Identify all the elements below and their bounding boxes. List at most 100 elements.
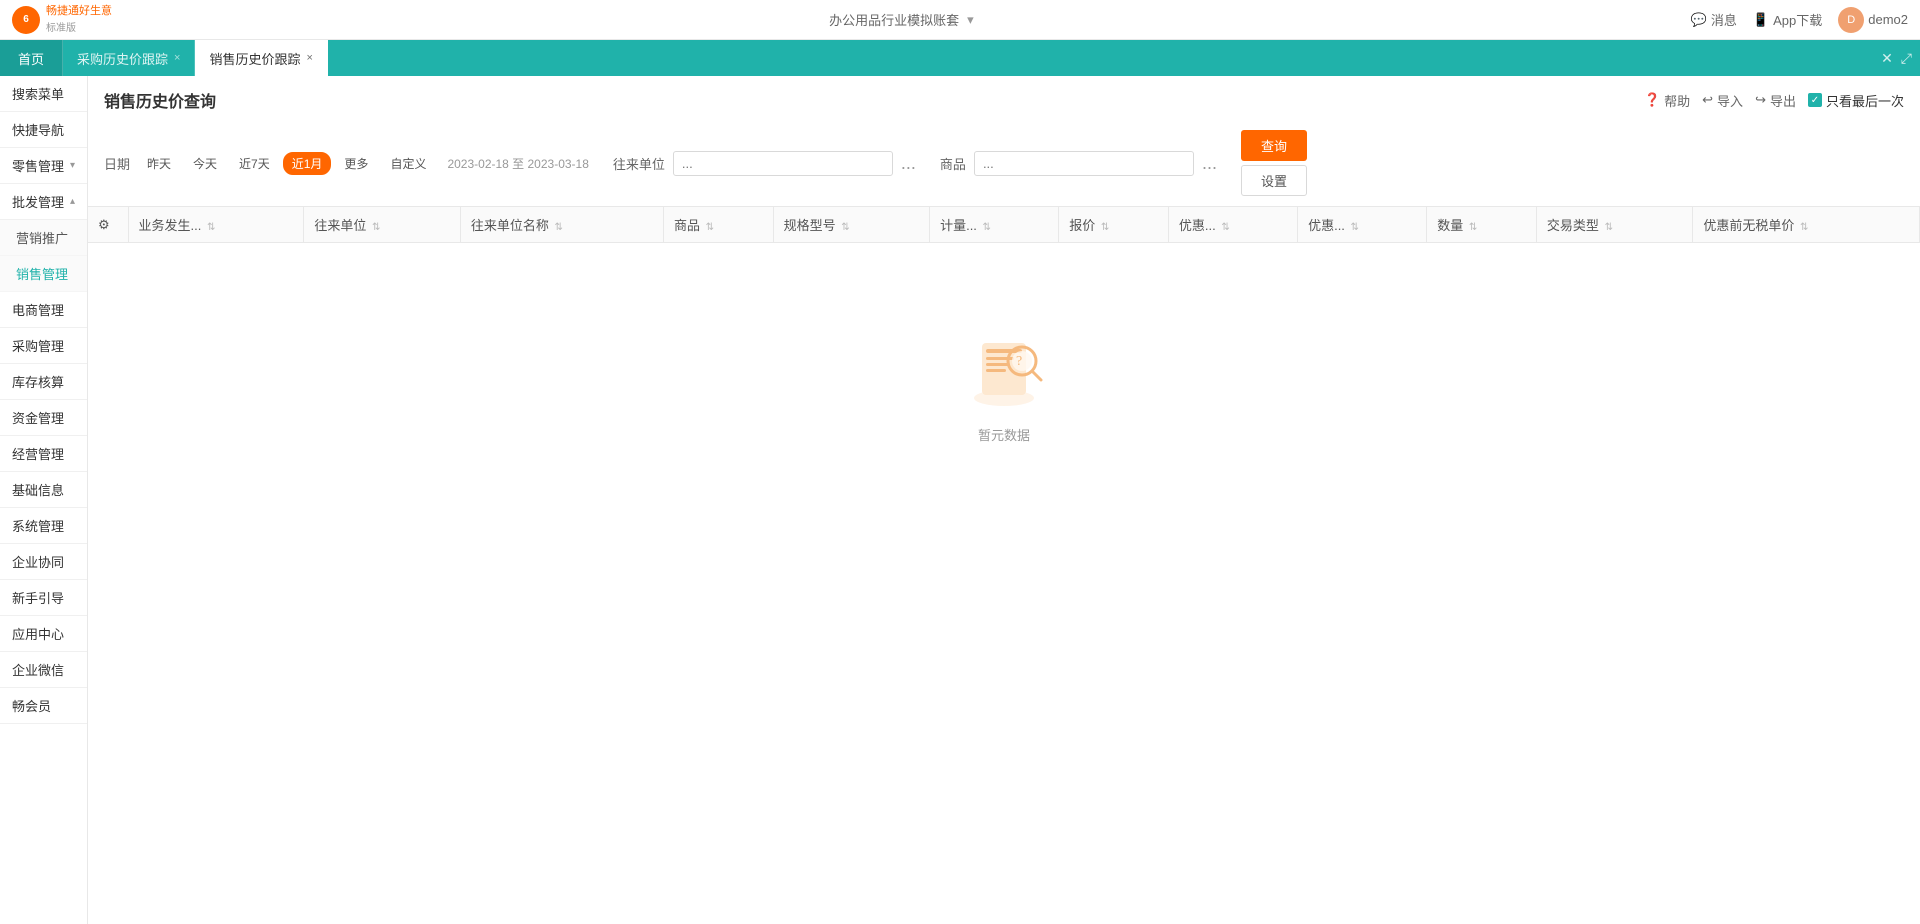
product-input[interactable] — [974, 151, 1194, 176]
query-button[interactable]: 查询 — [1241, 130, 1307, 161]
only-last-checkbox[interactable] — [1808, 93, 1822, 107]
th-partner-code-label: 往来单位 — [314, 218, 366, 233]
sidebar-item-basic-info[interactable]: 基础信息 — [0, 472, 87, 508]
sidebar-item-quick-nav[interactable]: 快捷导航 — [0, 112, 87, 148]
import-icon: ↩ — [1702, 92, 1713, 108]
import-btn[interactable]: ↩ 导入 — [1702, 91, 1743, 110]
app-download-btn[interactable]: 📱 App下载 — [1753, 10, 1822, 29]
th-discount1[interactable]: 优惠... ⇅ — [1168, 207, 1297, 243]
logo-area: 6 畅捷通好生意 标准版 — [12, 5, 112, 33]
th-biz-date-label: 业务发生... — [139, 218, 202, 233]
sidebar-item-ecommerce[interactable]: 电商管理 — [0, 292, 87, 328]
workspace-dropdown-icon[interactable]: ▾ — [967, 12, 974, 28]
th-qty[interactable]: 数量 ⇅ — [1427, 207, 1537, 243]
username-label: demo2 — [1868, 12, 1908, 27]
product-filter-group: 商品 ... — [940, 151, 1217, 176]
partner-more-btn[interactable]: ... — [901, 153, 916, 174]
empty-icon: ? — [954, 323, 1054, 413]
sidebar: 搜索菜单 快捷导航 零售管理 ▾ 批发管理 ▴ 营销推广 销售管理 电商管理 采… — [0, 76, 88, 924]
top-bar: 6 畅捷通好生意 标准版 办公用品行业模拟账套 ▾ 💬 消息 📱 App下载 D… — [0, 0, 1920, 40]
app-download-label: App下载 — [1773, 10, 1822, 29]
th-unit[interactable]: 计量... ⇅ — [930, 207, 1059, 243]
sidebar-operations-label: 经营管理 — [12, 444, 64, 463]
tab-purchase-history-close[interactable]: × — [174, 52, 180, 64]
th-partner-name[interactable]: 往来单位名称 ⇅ — [460, 207, 663, 243]
sidebar-purchase-label: 采购管理 — [12, 336, 64, 355]
only-last-label: 只看最后一次 — [1826, 91, 1904, 110]
date-filter-group: 日期 昨天 今天 近7天 近1月 更多 自定义 2023-02-18 至 202… — [104, 152, 589, 175]
th-discount2[interactable]: 优惠... ⇅ — [1298, 207, 1427, 243]
sidebar-guide-label: 新手引导 — [12, 588, 64, 607]
th-price[interactable]: 报价 ⇅ — [1059, 207, 1169, 243]
main-layout: 搜索菜单 快捷导航 零售管理 ▾ 批发管理 ▴ 营销推广 销售管理 电商管理 采… — [0, 76, 1920, 924]
date-btn-custom[interactable]: 自定义 — [381, 152, 435, 175]
tab-sales-history[interactable]: 销售历史价跟踪 × — [195, 40, 327, 76]
toolbar: ❓ 帮助 ↩ 导入 ↪ 导出 只看最后一次 — [1644, 91, 1904, 110]
export-label: 导出 — [1770, 91, 1796, 110]
th-partner-code[interactable]: 往来单位 ⇅ — [304, 207, 460, 243]
help-btn[interactable]: ❓ 帮助 — [1644, 91, 1690, 110]
sidebar-item-inventory[interactable]: 库存核算 — [0, 364, 87, 400]
sidebar-item-wholesale-mgmt[interactable]: 批发管理 ▴ — [0, 184, 87, 220]
only-last-checkbox-label[interactable]: 只看最后一次 — [1808, 91, 1904, 110]
import-label: 导入 — [1717, 91, 1743, 110]
filter-row: 日期 昨天 今天 近7天 近1月 更多 自定义 2023-02-18 至 202… — [104, 130, 1904, 206]
th-gear[interactable]: ⚙ — [88, 207, 128, 243]
sidebar-item-operations[interactable]: 经营管理 — [0, 436, 87, 472]
sidebar-item-marketing[interactable]: 营销推广 — [0, 220, 87, 256]
gear-icon[interactable]: ⚙ — [98, 217, 110, 232]
window-close-btn[interactable]: ✕ — [1881, 50, 1893, 67]
avatar: D — [1838, 7, 1864, 33]
sidebar-item-purchase[interactable]: 采购管理 — [0, 328, 87, 364]
th-discount2-label: 优惠... — [1308, 218, 1345, 233]
user-menu[interactable]: D demo2 — [1838, 7, 1908, 33]
export-btn[interactable]: ↪ 导出 — [1755, 91, 1796, 110]
th-pretax-price[interactable]: 优惠前无税单价 ⇅ — [1693, 207, 1920, 243]
window-controls: ✕ ⤢ — [1873, 40, 1920, 76]
date-buttons: 昨天 今天 近7天 近1月 更多 自定义 — [138, 152, 435, 175]
app-edition: 标准版 — [46, 19, 112, 34]
th-product-label: 商品 — [674, 218, 700, 233]
date-btn-yesterday[interactable]: 昨天 — [138, 152, 180, 175]
workspace-selector[interactable]: 办公用品行业模拟账套 ▾ — [829, 10, 974, 29]
sidebar-retail-arrow: ▾ — [70, 160, 75, 171]
date-btn-today[interactable]: 今天 — [184, 152, 226, 175]
th-trade-type[interactable]: 交易类型 ⇅ — [1536, 207, 1692, 243]
tab-home[interactable]: 首页 — [0, 40, 63, 76]
date-btn-more[interactable]: 更多 — [335, 152, 377, 175]
sidebar-item-member[interactable]: 畅会员 — [0, 688, 87, 724]
sidebar-member-label: 畅会员 — [12, 696, 51, 715]
th-trade-type-sort: ⇅ — [1605, 222, 1613, 233]
page-title: 销售历史价查询 — [104, 88, 216, 112]
sidebar-item-app-center[interactable]: 应用中心 — [0, 616, 87, 652]
window-maximize-btn[interactable]: ⤢ — [1901, 50, 1912, 67]
th-biz-date[interactable]: 业务发生... ⇅ — [128, 207, 304, 243]
sidebar-item-finance[interactable]: 资金管理 — [0, 400, 87, 436]
th-trade-type-label: 交易类型 — [1547, 218, 1599, 233]
product-more-btn[interactable]: ... — [1202, 153, 1217, 174]
sidebar-item-retail-mgmt[interactable]: 零售管理 ▾ — [0, 148, 87, 184]
message-btn[interactable]: 💬 消息 — [1691, 10, 1737, 29]
tab-purchase-history[interactable]: 采购历史价跟踪 × — [63, 40, 195, 76]
table-header: ⚙ 业务发生... ⇅ 往来单位 ⇅ 往来单位名称 ⇅ — [88, 207, 1920, 243]
date-btn-7days[interactable]: 近7天 — [230, 152, 279, 175]
sidebar-item-wechat[interactable]: 企业微信 — [0, 652, 87, 688]
date-btn-1month[interactable]: 近1月 — [283, 152, 332, 175]
th-unit-label: 计量... — [940, 218, 977, 233]
th-spec-sort: ⇅ — [841, 222, 849, 233]
th-spec[interactable]: 规格型号 ⇅ — [773, 207, 929, 243]
partner-input[interactable] — [673, 151, 893, 176]
setting-button[interactable]: 设置 — [1241, 165, 1307, 196]
sidebar-item-search-menu[interactable]: 搜索菜单 — [0, 76, 87, 112]
th-product[interactable]: 商品 ⇅ — [663, 207, 773, 243]
tab-sales-history-close[interactable]: × — [306, 52, 312, 64]
app-name: 畅捷通好生意 — [46, 5, 112, 18]
th-discount2-sort: ⇅ — [1351, 222, 1359, 233]
sidebar-item-sales-mgmt[interactable]: 销售管理 — [0, 256, 87, 292]
sidebar-item-system[interactable]: 系统管理 — [0, 508, 87, 544]
sidebar-sales-mgmt-label: 销售管理 — [16, 267, 68, 282]
sidebar-app-center-label: 应用中心 — [12, 624, 64, 643]
sidebar-item-guide[interactable]: 新手引导 — [0, 580, 87, 616]
tab-bar: 首页 采购历史价跟踪 × 销售历史价跟踪 × ✕ ⤢ — [0, 40, 1920, 76]
sidebar-item-enterprise[interactable]: 企业协同 — [0, 544, 87, 580]
